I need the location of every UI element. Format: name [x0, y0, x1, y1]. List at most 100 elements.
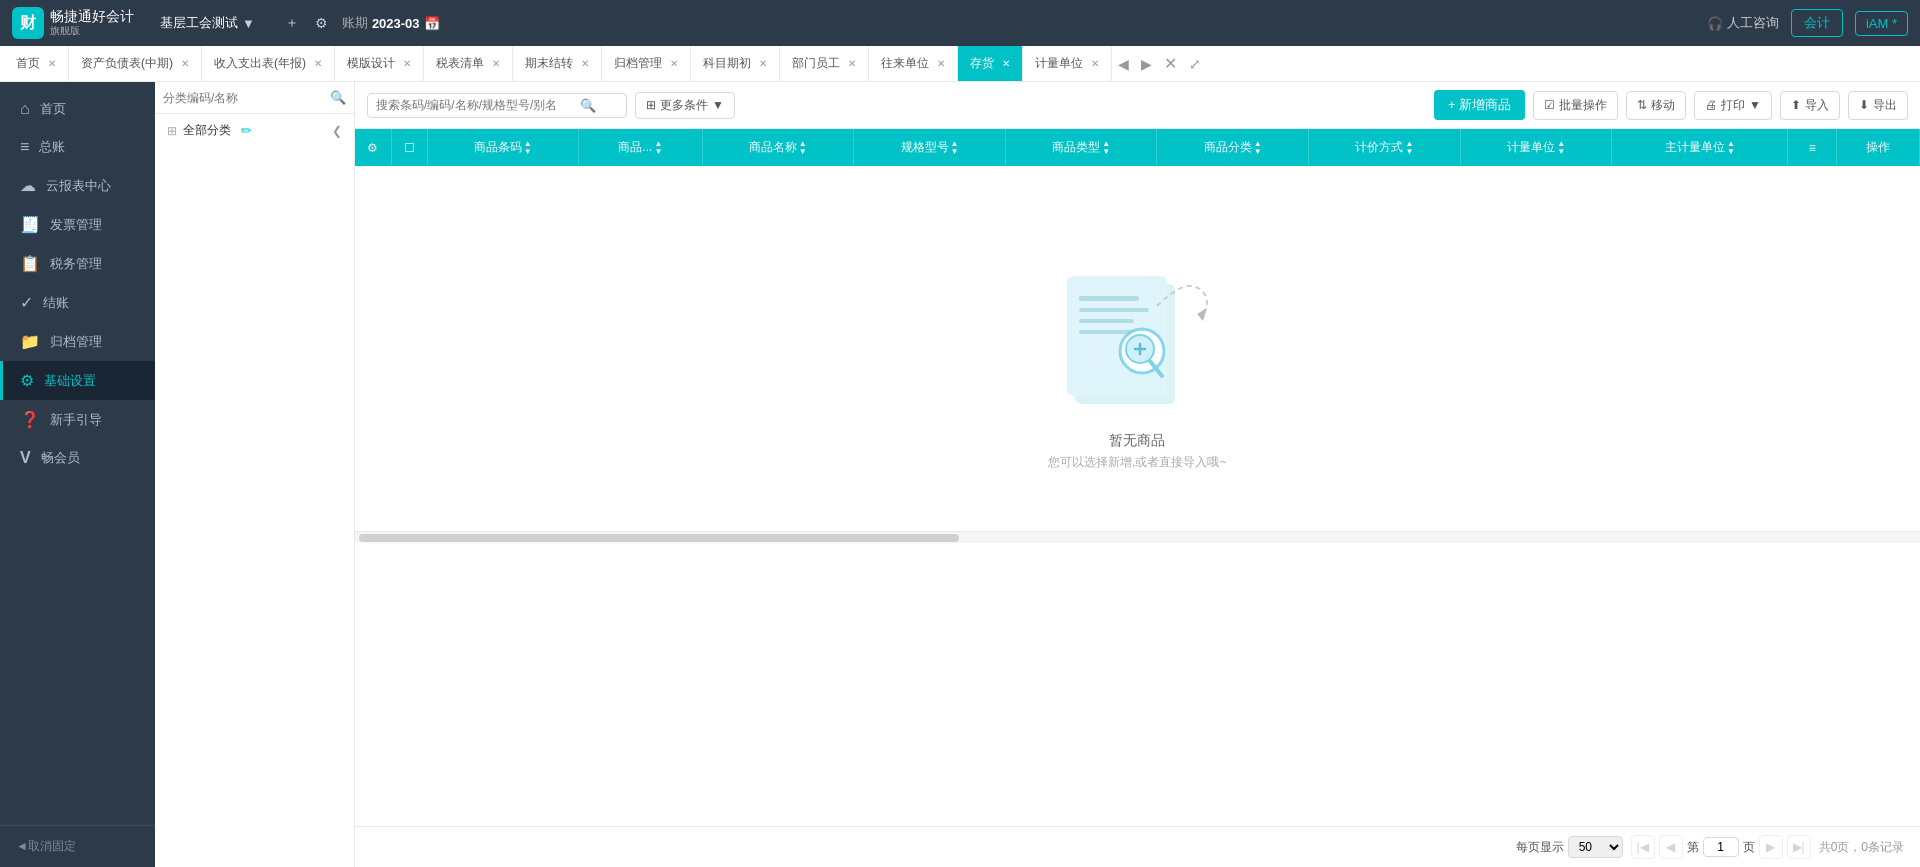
sidebar-item-guide[interactable]: ❓ 新手引导	[0, 400, 155, 439]
reports-icon: ☁	[20, 176, 36, 195]
th-main-unit[interactable]: 主计量单位 ▲▼	[1612, 129, 1788, 166]
tab-home-close[interactable]: ✕	[48, 58, 56, 69]
tab-expand-icon[interactable]: ⤢	[1183, 56, 1207, 72]
th-barcode[interactable]: 商品条码 ▲▼	[427, 129, 579, 166]
print-button[interactable]: 🖨 打印 ▼	[1694, 91, 1772, 120]
category-search-icon[interactable]: 🔍	[330, 90, 346, 105]
tab-inventory[interactable]: 存货 ✕	[958, 46, 1023, 82]
th-name[interactable]: 商品名称 ▲▼	[702, 129, 854, 166]
sidebar-item-ledger[interactable]: ≡ 总账	[0, 128, 155, 166]
page-first-btn[interactable]: |◀	[1631, 835, 1655, 859]
tab-inventory-close[interactable]: ✕	[1002, 58, 1010, 69]
settings-icon[interactable]: ⚙	[311, 11, 332, 35]
page-next-btn[interactable]: ▶	[1759, 835, 1783, 859]
tab-partner-close[interactable]: ✕	[937, 58, 945, 69]
add-tab-icon[interactable]: ＋	[281, 10, 303, 36]
tab-next-icon[interactable]: ▶	[1135, 56, 1158, 72]
sidebar-item-settle[interactable]: ✓ 结账	[0, 283, 155, 322]
dropdown-icon: ▼	[242, 16, 255, 31]
sidebar-item-archive[interactable]: 📁 归档管理	[0, 322, 155, 361]
sidebar-member-label: 畅会员	[41, 449, 80, 467]
tab-unit-close[interactable]: ✕	[1091, 58, 1099, 69]
tab-close-all-icon[interactable]: ✕	[1158, 54, 1183, 73]
tab-period[interactable]: 期末结转 ✕	[513, 46, 602, 82]
tab-balance-close[interactable]: ✕	[181, 58, 189, 69]
company-selector[interactable]: 基层工会测试 ▼	[152, 10, 263, 36]
th-unit[interactable]: 计量单位 ▲▼	[1460, 129, 1612, 166]
tab-tax-close[interactable]: ✕	[492, 58, 500, 69]
tab-income-close[interactable]: ✕	[314, 58, 322, 69]
tab-balance[interactable]: 资产负债表(中期) ✕	[69, 46, 202, 82]
tab-template-close[interactable]: ✕	[403, 58, 411, 69]
tab-subject[interactable]: 科目期初 ✕	[691, 46, 780, 82]
export-button[interactable]: ⬇ 导出	[1848, 91, 1908, 120]
th-category[interactable]: 商品分类 ▲▼	[1157, 129, 1309, 166]
tab-home[interactable]: 首页 ✕	[4, 46, 69, 82]
sidebar-invoice-label: 发票管理	[50, 216, 102, 234]
service-button[interactable]: 🎧 人工咨询	[1707, 14, 1779, 32]
th-extra[interactable]: ≡	[1788, 129, 1837, 166]
sidebar-footer[interactable]: ◄取消固定	[0, 825, 155, 867]
tab-income-label: 收入支出表(年报)	[214, 55, 306, 72]
batch-icon: ☑	[1544, 98, 1555, 112]
tab-income[interactable]: 收入支出表(年报) ✕	[202, 46, 335, 82]
tab-dept[interactable]: 部门员工 ✕	[780, 46, 869, 82]
category-edit-icon[interactable]: ✏	[241, 123, 252, 138]
add-product-button[interactable]: + 新增商品	[1434, 90, 1525, 120]
more-filter-button[interactable]: ⊞ 更多条件 ▼	[635, 92, 735, 119]
th-spec[interactable]: 规格型号 ▲▼	[854, 129, 1006, 166]
product-search-input[interactable]	[376, 98, 576, 112]
category-collapse-icon[interactable]: ❮	[332, 124, 342, 138]
tab-tax[interactable]: 税表清单 ✕	[424, 46, 513, 82]
sidebar-item-settings[interactable]: ⚙ 基础设置	[0, 361, 155, 400]
tab-partner-label: 往来单位	[881, 55, 929, 72]
calendar-icon[interactable]: 📅	[424, 16, 440, 31]
th-settings[interactable]: ⚙	[355, 129, 391, 166]
page-label: 第	[1687, 839, 1699, 856]
account-button[interactable]: 会计	[1791, 9, 1843, 37]
content-wrapper: 🔍 ⊞ 全部分类 ✏ ❮ 🔍 ⊞	[155, 82, 1920, 867]
tab-subject-close[interactable]: ✕	[759, 58, 767, 69]
main-panel: 🔍 ⊞ 更多条件 ▼ + 新增商品 ☑ 批量操作	[355, 82, 1920, 867]
page-last-btn[interactable]: ▶|	[1787, 835, 1811, 859]
print-icon: 🖨	[1705, 98, 1717, 112]
sidebar-home-label: 首页	[40, 100, 66, 118]
tab-archive[interactable]: 归档管理 ✕	[602, 46, 691, 82]
tab-archive-close[interactable]: ✕	[670, 58, 678, 69]
horizontal-scrollbar[interactable]	[359, 534, 959, 542]
sidebar-item-reports[interactable]: ☁ 云报表中心	[0, 166, 155, 205]
page-prev-btn[interactable]: ◀	[1659, 835, 1683, 859]
tab-period-label: 期末结转	[525, 55, 573, 72]
tab-period-close[interactable]: ✕	[581, 58, 589, 69]
tab-unit-label: 计量单位	[1035, 55, 1083, 72]
category-all[interactable]: ⊞ 全部分类 ✏ ❮	[155, 114, 354, 147]
tab-template[interactable]: 模版设计 ✕	[335, 46, 424, 82]
company-name: 基层工会测试	[160, 14, 238, 32]
th-checkbox[interactable]: ☐	[391, 129, 427, 166]
unpin-label: ◄取消固定	[16, 838, 76, 855]
sidebar-item-invoice[interactable]: 🧾 发票管理	[0, 205, 155, 244]
tab-unit[interactable]: 计量单位 ✕	[1023, 46, 1112, 82]
batch-button[interactable]: ☑ 批量操作	[1533, 91, 1618, 120]
per-page-select[interactable]: 50 100 200	[1568, 836, 1623, 858]
th-code[interactable]: 商品... ▲▼	[579, 129, 702, 166]
iam-badge[interactable]: iAM *	[1855, 11, 1908, 36]
category-all-label: 全部分类	[183, 122, 231, 139]
category-search-input[interactable]	[163, 91, 326, 105]
sidebar-item-home[interactable]: ⌂ 首页	[0, 90, 155, 128]
tab-prev-icon[interactable]: ◀	[1112, 56, 1135, 72]
tab-tax-label: 税表清单	[436, 55, 484, 72]
app-version: 旗舰版	[50, 24, 134, 38]
th-main-unit-label: 主计量单位	[1665, 139, 1725, 156]
tab-partner[interactable]: 往来单位 ✕	[869, 46, 958, 82]
move-button[interactable]: ⇅ 移动	[1626, 91, 1686, 120]
sidebar-item-member[interactable]: V 畅会员	[0, 439, 155, 477]
import-button[interactable]: ⬆ 导入	[1780, 91, 1840, 120]
page-input[interactable]	[1703, 837, 1739, 857]
th-type[interactable]: 商品类型 ▲▼	[1005, 129, 1157, 166]
sidebar-item-tax[interactable]: 📋 税务管理	[0, 244, 155, 283]
product-search-icon[interactable]: 🔍	[580, 98, 596, 113]
tab-dept-close[interactable]: ✕	[848, 58, 856, 69]
empty-title: 暂无商品	[1109, 432, 1165, 450]
th-price-method[interactable]: 计价方式 ▲▼	[1309, 129, 1461, 166]
